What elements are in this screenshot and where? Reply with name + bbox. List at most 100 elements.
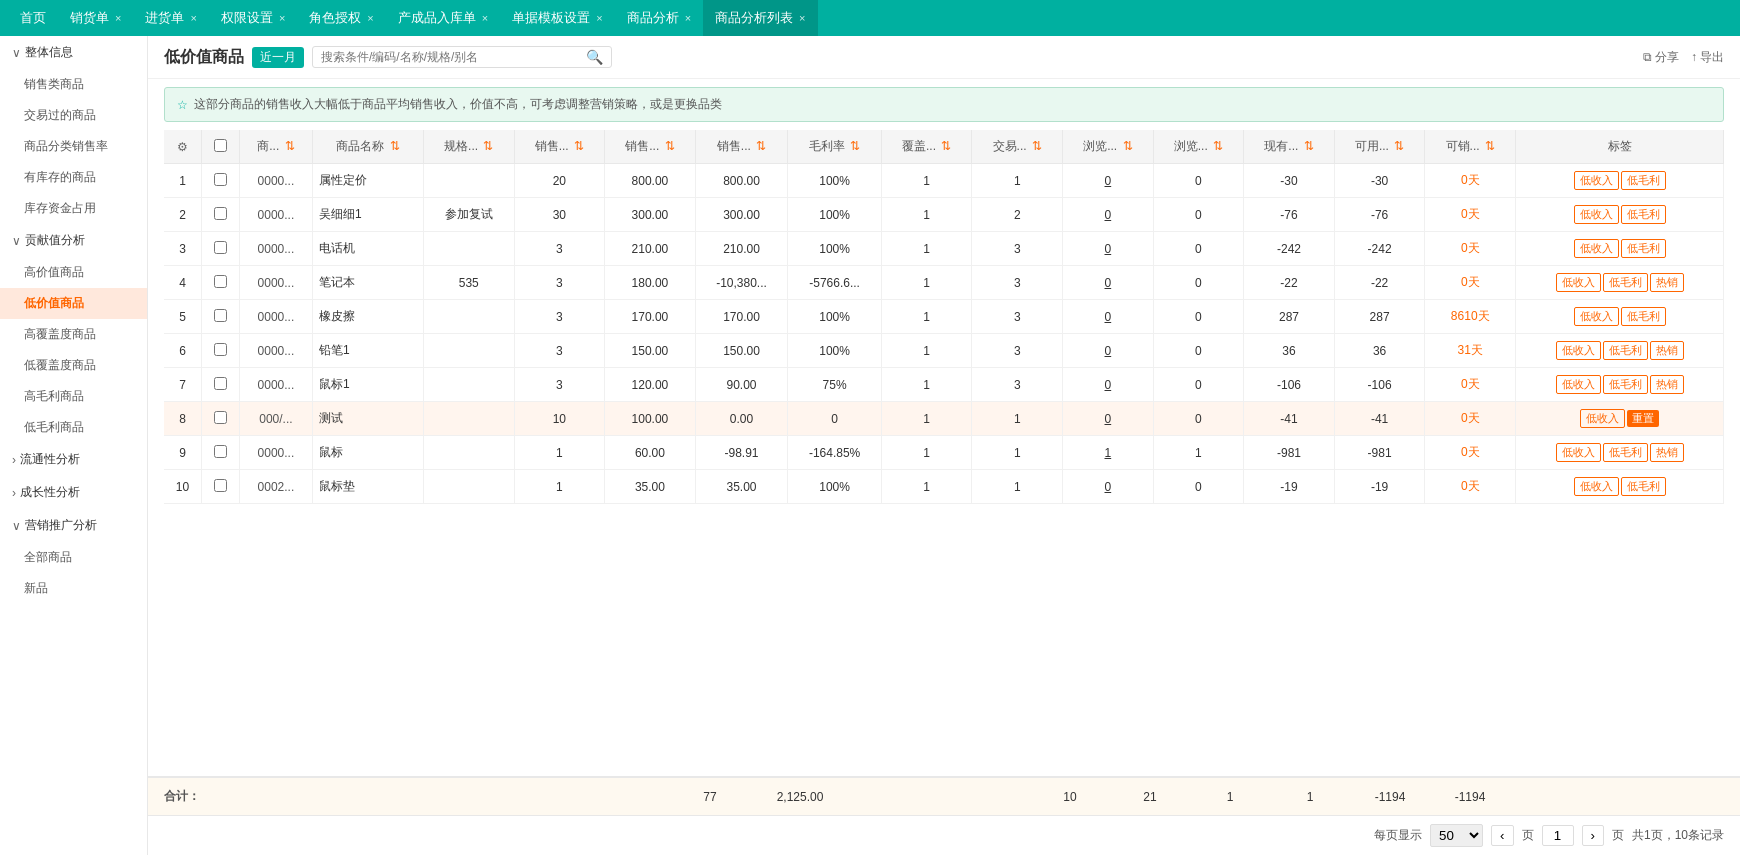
cell-check[interactable] <box>202 300 240 334</box>
row-checkbox[interactable] <box>214 445 227 458</box>
sidebar-group-contribution[interactable]: ∨ 贡献值分析 <box>0 224 147 257</box>
col-view2[interactable]: 浏览... ⇅ <box>1153 130 1244 164</box>
sidebar-item-new-products[interactable]: 新品 <box>0 573 147 604</box>
sidebar-item-low-value[interactable]: 低价值商品 <box>0 288 147 319</box>
view1-link[interactable]: 0 <box>1105 344 1112 358</box>
row-checkbox[interactable] <box>214 275 227 288</box>
row-checkbox[interactable] <box>214 173 227 186</box>
nav-role-auth[interactable]: 角色授权 × <box>297 0 385 36</box>
col-name[interactable]: 商品名称 ⇅ <box>313 130 424 164</box>
row-checkbox[interactable] <box>214 207 227 220</box>
cell-check[interactable] <box>202 436 240 470</box>
sidebar-item-category-sales-rate[interactable]: 商品分类销售率 <box>0 131 147 162</box>
search-input[interactable] <box>321 50 586 64</box>
nav-product-inbound-close[interactable]: × <box>482 12 488 24</box>
nav-template-settings[interactable]: 单据模板设置 × <box>500 0 614 36</box>
sidebar-item-low-margin[interactable]: 低毛利商品 <box>0 412 147 443</box>
tag-label: 低毛利 <box>1603 273 1648 292</box>
nav-product-analysis[interactable]: 商品分析 × <box>615 0 703 36</box>
nav-sales-order[interactable]: 销货单 × <box>58 0 133 36</box>
sidebar-item-traded-products[interactable]: 交易过的商品 <box>0 100 147 131</box>
nav-permissions-close[interactable]: × <box>279 12 285 24</box>
nav-purchase-order[interactable]: 进货单 × <box>133 0 208 36</box>
prev-page-button[interactable]: ‹ <box>1491 825 1513 846</box>
col-gear[interactable]: ⚙ <box>164 130 202 164</box>
view1-link[interactable]: 0 <box>1105 412 1112 426</box>
sidebar-item-high-value[interactable]: 高价值商品 <box>0 257 147 288</box>
sidebar-item-high-margin[interactable]: 高毛利商品 <box>0 381 147 412</box>
row-checkbox[interactable] <box>214 241 227 254</box>
view1-link[interactable]: 0 <box>1105 242 1112 256</box>
cell-check[interactable] <box>202 470 240 504</box>
cell-check[interactable] <box>202 368 240 402</box>
view1-link[interactable]: 0 <box>1105 378 1112 392</box>
row-checkbox[interactable] <box>214 411 227 424</box>
page-number-input[interactable] <box>1542 825 1574 846</box>
export-button[interactable]: ↑ 导出 <box>1691 49 1724 66</box>
chevron-down-icon-2: ∨ <box>12 234 21 248</box>
sidebar-group-overall[interactable]: ∨ 整体信息 <box>0 36 147 69</box>
view1-link[interactable]: 0 <box>1105 310 1112 324</box>
table-header-row: ⚙ 商... ⇅ 商品名称 ⇅ 规格... ⇅ 销售... ⇅ 销售... ⇅ … <box>164 130 1724 164</box>
nav-purchase-order-close[interactable]: × <box>190 12 196 24</box>
sidebar-group-circulation[interactable]: › 流通性分析 <box>0 443 147 476</box>
sidebar-item-sales-products[interactable]: 销售类商品 <box>0 69 147 100</box>
col-available[interactable]: 可用... ⇅ <box>1334 130 1425 164</box>
row-checkbox[interactable] <box>214 479 227 492</box>
view1-link[interactable]: 0 <box>1105 276 1112 290</box>
cell-check[interactable] <box>202 266 240 300</box>
sidebar-item-low-coverage[interactable]: 低覆盖度商品 <box>0 350 147 381</box>
share-icon: ⧉ <box>1643 50 1652 64</box>
row-checkbox[interactable] <box>214 343 227 356</box>
per-page-select[interactable]: 50 100 200 <box>1430 824 1483 847</box>
col-sales-qty[interactable]: 销售... ⇅ <box>514 130 605 164</box>
view1-link[interactable]: 0 <box>1105 174 1112 188</box>
table-container[interactable]: ⚙ 商... ⇅ 商品名称 ⇅ 规格... ⇅ 销售... ⇅ 销售... ⇅ … <box>148 130 1740 776</box>
sidebar-item-all-products[interactable]: 全部商品 <box>0 542 147 573</box>
search-icon[interactable]: 🔍 <box>586 49 603 65</box>
row-checkbox[interactable] <box>214 309 227 322</box>
period-button[interactable]: 近一月 <box>252 47 304 68</box>
nav-permissions[interactable]: 权限设置 × <box>209 0 297 36</box>
nav-product-inbound[interactable]: 产成品入库单 × <box>386 0 500 36</box>
cell-available: -19 <box>1334 470 1425 504</box>
sidebar-group-growth[interactable]: › 成长性分析 <box>0 476 147 509</box>
sidebar-item-inventory-capital[interactable]: 库存资金占用 <box>0 193 147 224</box>
nav-role-auth-close[interactable]: × <box>367 12 373 24</box>
col-spec[interactable]: 规格... ⇅ <box>423 130 514 164</box>
cell-available: -242 <box>1334 232 1425 266</box>
col-coverage[interactable]: 覆盖... ⇅ <box>881 130 972 164</box>
col-view1[interactable]: 浏览... ⇅ <box>1063 130 1154 164</box>
view1-link[interactable]: 1 <box>1105 446 1112 460</box>
col-trade[interactable]: 交易... ⇅ <box>972 130 1063 164</box>
cell-check[interactable] <box>202 232 240 266</box>
next-page-button[interactable]: › <box>1582 825 1604 846</box>
row-checkbox[interactable] <box>214 377 227 390</box>
col-code[interactable]: 商... ⇅ <box>239 130 312 164</box>
col-current[interactable]: 现有... ⇅ <box>1244 130 1335 164</box>
main-layout: ∨ 整体信息 销售类商品 交易过的商品 商品分类销售率 有库存的商品 库存资金占… <box>0 36 1740 855</box>
view1-link[interactable]: 0 <box>1105 208 1112 222</box>
gear-icon[interactable]: ⚙ <box>177 140 188 154</box>
nav-template-settings-close[interactable]: × <box>596 12 602 24</box>
col-sales-cost[interactable]: 销售... ⇅ <box>695 130 788 164</box>
share-button[interactable]: ⧉ 分享 <box>1643 49 1679 66</box>
col-sellable[interactable]: 可销... ⇅ <box>1425 130 1516 164</box>
sidebar-item-high-coverage[interactable]: 高覆盖度商品 <box>0 319 147 350</box>
nav-product-analysis-list-close[interactable]: × <box>799 12 805 24</box>
cell-check[interactable] <box>202 164 240 198</box>
cell-check[interactable] <box>202 402 240 436</box>
select-all-checkbox[interactable] <box>214 139 227 152</box>
view1-link[interactable]: 0 <box>1105 480 1112 494</box>
nav-product-analysis-list[interactable]: 商品分析列表 × <box>703 0 817 36</box>
cell-check[interactable] <box>202 334 240 368</box>
cell-view1: 0 <box>1063 164 1154 198</box>
nav-product-analysis-close[interactable]: × <box>685 12 691 24</box>
col-sales-amt[interactable]: 销售... ⇅ <box>605 130 696 164</box>
sidebar-item-stocked-products[interactable]: 有库存的商品 <box>0 162 147 193</box>
nav-home[interactable]: 首页 <box>8 0 58 36</box>
cell-check[interactable] <box>202 198 240 232</box>
nav-sales-order-close[interactable]: × <box>115 12 121 24</box>
col-margin[interactable]: 毛利率 ⇅ <box>788 130 882 164</box>
sidebar-group-marketing[interactable]: ∨ 营销推广分析 <box>0 509 147 542</box>
